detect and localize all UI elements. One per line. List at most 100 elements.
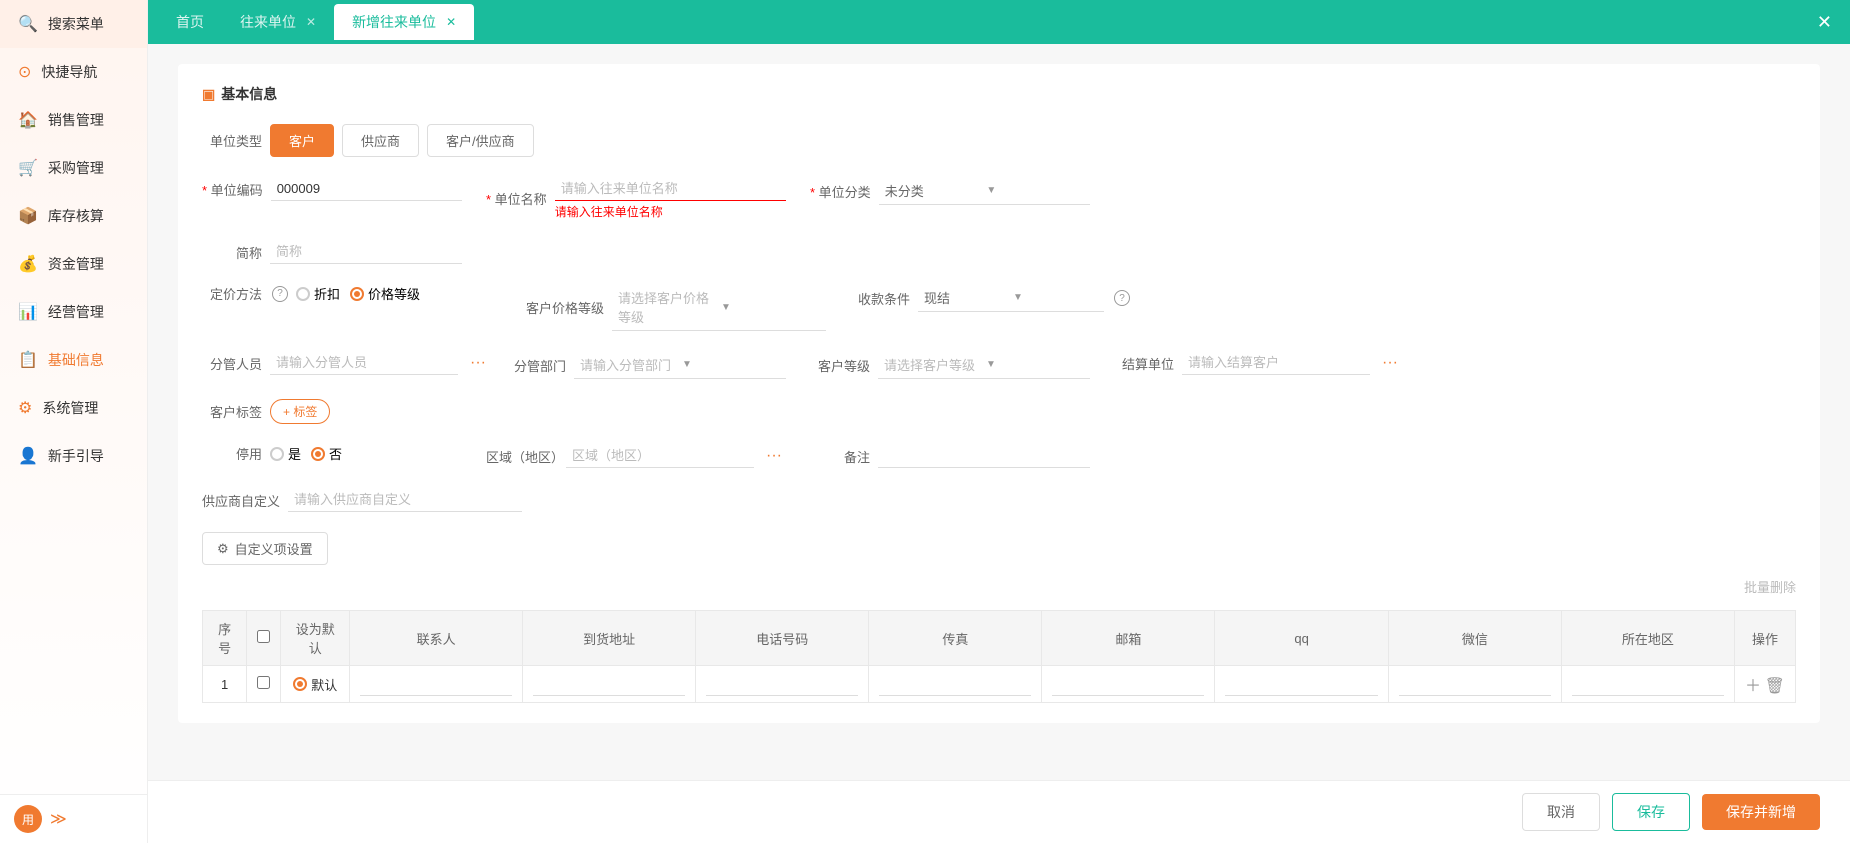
remark-input[interactable] (878, 444, 1090, 468)
cell-default: 默认 (281, 666, 350, 703)
table-toolbar: 批量删除 (202, 577, 1796, 596)
phone-input[interactable] (706, 672, 858, 696)
region-group: 区域（地区） ··· (486, 444, 786, 468)
add-tag-button[interactable]: + 标签 (270, 399, 330, 424)
sidebar-item-search[interactable]: 🔍 搜索菜单 (0, 0, 147, 48)
department-label: 分管部门 (506, 356, 566, 375)
unit-category-select[interactable]: 未分类 ▼ (879, 177, 1090, 205)
radio-yes[interactable]: 是 (270, 444, 301, 463)
cart-icon: 🛒 (18, 158, 38, 178)
cancel-button[interactable]: 取消 (1522, 793, 1600, 831)
sidebar-item-quick-nav[interactable]: ⊙ 快捷导航 (0, 48, 147, 96)
tab-partner[interactable]: 往来单位 ✕ (222, 4, 334, 40)
customer-level-select[interactable]: 请选择客户等级 ▼ (878, 351, 1090, 379)
radio-price-level[interactable]: 价格等级 (350, 284, 420, 303)
disabled-label: 停用 (202, 444, 262, 463)
qq-input[interactable] (1225, 672, 1377, 696)
remark-group: 备注 (810, 444, 1090, 468)
manager-more-icon[interactable]: ··· (466, 354, 490, 372)
col-phone: 电话号码 (696, 611, 869, 666)
unit-category-group: 单位分类 未分类 ▼ (810, 177, 1090, 205)
sidebar-item-finance[interactable]: 💰 资金管理 (0, 240, 147, 288)
settlement-label: 结算单位 (1114, 354, 1174, 373)
window-close-icon[interactable]: ✕ (1809, 8, 1840, 37)
tab-home[interactable]: 首页 (158, 4, 222, 40)
unit-btn-customer[interactable]: 客户 (270, 124, 334, 157)
payment-terms-select[interactable]: 现结 ▼ (918, 284, 1104, 312)
abbr-group: 简称 (202, 240, 462, 264)
unit-name-error: 请输入往来单位名称 (555, 203, 786, 220)
disabled-row: 停用 是 否 区域（地区） ··· (202, 444, 1796, 468)
unit-code-input[interactable] (271, 177, 462, 201)
unit-type-row: 单位类型 客户 供应商 客户/供应商 (202, 124, 1796, 157)
sidebar: 🔍 搜索菜单 ⊙ 快捷导航 🏠 销售管理 🛒 采购管理 📦 库存核算 💰 资金管… (0, 0, 148, 843)
select-all-checkbox[interactable] (257, 630, 270, 643)
delete-row-icon[interactable]: 🗑 (1765, 678, 1785, 695)
address-input[interactable] (533, 672, 685, 696)
supplier-custom-label: 供应商自定义 (202, 491, 280, 510)
sidebar-item-operations[interactable]: 📊 经营管理 (0, 288, 147, 336)
sidebar-item-sales[interactable]: 🏠 销售管理 (0, 96, 147, 144)
col-default: 设为默认 (281, 611, 350, 666)
sidebar-bottom-arrows[interactable]: ≫ (50, 809, 67, 829)
radio-no-circle (311, 447, 325, 461)
table-body: 1 默认 (203, 666, 1796, 703)
region-more-icon[interactable]: ··· (762, 447, 786, 465)
customer-price-level-select[interactable]: 请选择客户价格等级 ▼ (612, 284, 826, 331)
add-row-icon[interactable]: ＋ (1745, 678, 1761, 695)
customer-level-arrow-icon: ▼ (986, 359, 1084, 370)
settlement-more-icon[interactable]: ··· (1378, 354, 1402, 372)
sidebar-item-purchase[interactable]: 🛒 采购管理 (0, 144, 147, 192)
radio-discount[interactable]: 折扣 (296, 284, 340, 303)
customer-level-label: 客户等级 (810, 356, 870, 375)
fax-input[interactable] (879, 672, 1031, 696)
unit-btn-both[interactable]: 客户/供应商 (427, 124, 534, 157)
email-input[interactable] (1052, 672, 1204, 696)
user-icon: 👤 (18, 446, 38, 466)
custom-settings-button[interactable]: ⚙ 自定义项设置 (202, 532, 328, 565)
region-input[interactable] (566, 444, 754, 468)
supplier-custom-input[interactable] (288, 488, 522, 512)
sidebar-item-newbie[interactable]: 👤 新手引导 (0, 432, 147, 480)
manager-group: 分管人员 ··· (202, 351, 482, 375)
department-select[interactable]: 请输入分管部门 ▼ (574, 351, 786, 379)
tab-new-partner[interactable]: 新增往来单位 ✕ (334, 4, 474, 40)
unit-name-label: 单位名称 (486, 189, 547, 208)
radio-no[interactable]: 否 (311, 444, 342, 463)
box-icon: 📦 (18, 206, 38, 226)
settlement-input[interactable] (1182, 351, 1370, 375)
contact-input[interactable] (360, 672, 512, 696)
row-default-radio[interactable]: 默认 (291, 675, 339, 694)
row-checkbox[interactable] (257, 676, 270, 689)
shop-icon: 🏠 (18, 110, 38, 130)
sidebar-item-inventory[interactable]: 📦 库存核算 (0, 192, 147, 240)
col-address: 到货地址 (523, 611, 696, 666)
save-button[interactable]: 保存 (1612, 793, 1690, 831)
unit-btn-supplier[interactable]: 供应商 (342, 124, 419, 157)
area-input[interactable] (1572, 672, 1724, 696)
pricing-label: 定价方法 (202, 284, 262, 303)
sidebar-item-basic-info[interactable]: 📋 基础信息 (0, 336, 147, 384)
manager-input[interactable] (270, 351, 458, 375)
pricing-method-group: 定价方法 ? 折扣 价格等级 (202, 284, 502, 303)
pricing-help-icon[interactable]: ? (272, 286, 288, 302)
batch-delete-button[interactable]: 批量删除 (1744, 577, 1796, 596)
payment-help-icon[interactable]: ? (1114, 290, 1130, 306)
abbr-input[interactable] (270, 240, 462, 264)
tab-partner-close[interactable]: ✕ (306, 15, 316, 29)
table-container: 序号 设为默认 联系人 到货地址 电话号码 传真 邮箱 qq 微信 所在地区 操… (202, 600, 1796, 703)
tab-new-partner-close[interactable]: ✕ (446, 15, 456, 29)
disabled-group: 停用 是 否 (202, 444, 462, 463)
code-name-row: 单位编码 单位名称 请输入往来单位名称 单位分类 未分类 ▼ (202, 177, 1796, 220)
sidebar-item-system[interactable]: ⚙ 系统管理 (0, 384, 147, 432)
money-icon: 💰 (18, 254, 38, 274)
unit-name-input[interactable] (555, 177, 786, 201)
department-group: 分管部门 请输入分管部门 ▼ (506, 351, 786, 379)
sidebar-bottom: 用 ≫ (0, 794, 147, 843)
wechat-input[interactable] (1399, 672, 1551, 696)
category-arrow-icon: ▼ (986, 185, 1084, 196)
save-new-button[interactable]: 保存并新增 (1702, 794, 1820, 830)
supplier-custom-group: 供应商自定义 (202, 488, 522, 512)
dept-arrow-icon: ▼ (682, 359, 780, 370)
payment-terms-group: 收款条件 现结 ▼ ? (850, 284, 1130, 312)
